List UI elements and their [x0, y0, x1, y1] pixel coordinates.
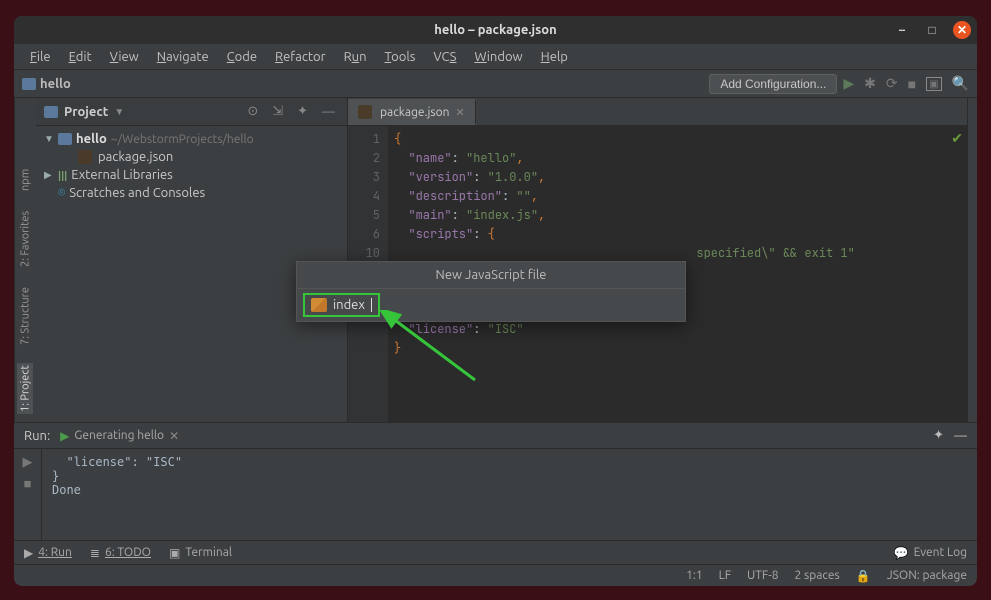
status-line-ending[interactable]: LF: [719, 569, 731, 582]
status-language[interactable]: JSON: package: [887, 569, 967, 582]
maximize-button[interactable]: □: [923, 21, 941, 39]
bottom-tab-todo[interactable]: ≣ 6: TODO: [90, 546, 151, 560]
tree-external-libraries[interactable]: ▶ ||| External Libraries: [36, 166, 347, 184]
menu-navigate[interactable]: Navigate: [149, 47, 217, 67]
javascript-file-icon: [311, 298, 327, 312]
add-configuration-button[interactable]: Add Configuration...: [709, 74, 837, 94]
stop-run-icon[interactable]: ■: [24, 476, 32, 491]
menubar: File Edit View Navigate Code Refactor Ru…: [14, 44, 977, 70]
window-title: hello – package.json: [434, 23, 556, 37]
statusbar: 1:1 LF UTF-8 2 spaces 🔒 JSON: package: [14, 564, 977, 586]
debug-icon[interactable]: ✱: [864, 75, 876, 92]
menu-view[interactable]: View: [102, 47, 147, 67]
run-panel-header: Run: ▶ Generating hello ✕ ✦ —: [14, 423, 977, 449]
tree-root[interactable]: ▼ hello ~/WebstormProjects/hello: [36, 130, 347, 148]
project-icon: [44, 106, 58, 118]
tree-file-label: package.json: [98, 150, 173, 164]
search-icon[interactable]: 🔍: [952, 75, 969, 92]
settings-icon[interactable]: ✦: [293, 104, 312, 119]
run-text[interactable]: "license": "ISC" } Done: [42, 449, 977, 540]
tool-tab-npm[interactable]: npm: [18, 167, 34, 193]
tree-label: External Libraries: [71, 168, 173, 182]
run-icon[interactable]: ▶: [843, 75, 854, 92]
tree-root-name: hello: [76, 132, 107, 146]
editor-tabs: package.json ✕: [348, 98, 967, 126]
breadcrumb-text: hello: [40, 77, 71, 91]
navbar: hello Add Configuration... ▶ ✱ ⟳ ■ ▣ 🔍: [14, 70, 977, 98]
expand-all-icon[interactable]: ⇲: [268, 104, 287, 119]
menu-code[interactable]: Code: [219, 47, 265, 67]
libraries-icon: |||: [58, 170, 67, 181]
folder-icon: [22, 78, 36, 90]
close-button[interactable]: ✕: [953, 21, 971, 39]
tree-scratches[interactable]: ⌾ Scratches and Consoles: [36, 184, 347, 202]
status-encoding[interactable]: UTF-8: [747, 569, 778, 582]
rerun-icon[interactable]: ▶: [23, 455, 33, 470]
left-tool-tabs: 1: Project 7: Structure 2: Favorites npm: [14, 98, 36, 422]
minimize-button[interactable]: –: [893, 21, 911, 39]
project-view-dropdown[interactable]: ▼: [114, 106, 124, 118]
expand-icon[interactable]: ▶: [44, 169, 54, 181]
status-indent[interactable]: 2 spaces: [794, 569, 839, 582]
layout-icon[interactable]: ▣: [926, 77, 941, 91]
run-label: Run:: [24, 429, 50, 443]
menu-run[interactable]: Run: [336, 47, 375, 67]
popup-title: New JavaScript file: [297, 262, 685, 289]
run-panel: Run: ▶ Generating hello ✕ ✦ — ▶ ■ "licen…: [14, 422, 977, 540]
run-gutter-icons: ▶ ■: [14, 449, 42, 540]
folder-icon: [58, 133, 72, 145]
json-file-icon: [358, 105, 372, 119]
project-panel-header: Project ▼ ⊙ ⇲ ✦ —: [36, 98, 347, 126]
menu-tools[interactable]: Tools: [377, 47, 424, 67]
main-area: 1: Project 7: Structure 2: Favorites npm…: [14, 98, 977, 422]
close-icon[interactable]: ✕: [169, 429, 179, 443]
tab-label: package.json: [380, 106, 449, 119]
tab-package-json[interactable]: package.json ✕: [348, 99, 476, 125]
menu-help[interactable]: Help: [533, 47, 576, 67]
run-config-name[interactable]: ▶ Generating hello ✕: [60, 429, 179, 443]
scratches-icon: ⌾: [58, 186, 65, 200]
filename-text: index: [333, 298, 365, 312]
bottom-tab-run[interactable]: ▶ 4: Run: [24, 546, 72, 560]
readonly-lock-icon[interactable]: 🔒: [856, 569, 871, 583]
breadcrumb[interactable]: hello: [22, 77, 71, 91]
hide-panel-icon[interactable]: —: [318, 105, 339, 119]
right-gutter: [967, 98, 977, 422]
menu-edit[interactable]: Edit: [61, 47, 100, 67]
stop-icon[interactable]: ■: [908, 76, 916, 92]
tool-tab-structure[interactable]: 7: Structure: [18, 285, 34, 347]
bottom-tab-terminal[interactable]: ▣ Terminal: [169, 546, 232, 560]
tool-tab-favorites[interactable]: 2: Favorites: [18, 209, 34, 269]
bottom-tab-eventlog[interactable]: 💬 Event Log: [894, 546, 967, 560]
bottom-tool-tabs: ▶ 4: Run ≣ 6: TODO ▣ Terminal 💬 Event Lo…: [14, 540, 977, 564]
play-icon: ▶: [60, 429, 69, 443]
new-file-popup: New JavaScript file index: [296, 261, 686, 322]
titlebar: hello – package.json – □ ✕: [14, 16, 977, 44]
project-panel: Project ▼ ⊙ ⇲ ✦ — ▼ hello ~/WebstormProj…: [36, 98, 348, 422]
tree-file-package-json[interactable]: package.json: [36, 148, 347, 166]
project-panel-title: Project: [64, 105, 108, 119]
tree-root-path: ~/WebstormProjects/hello: [111, 133, 254, 146]
run-settings-icon[interactable]: ✦: [933, 428, 944, 443]
menu-vcs[interactable]: VCS: [425, 47, 464, 67]
json-file-icon: [78, 150, 92, 164]
tool-tab-project[interactable]: 1: Project: [18, 363, 34, 414]
editor-area: package.json ✕ ✔ 1 2 3 4 5 6 10 11 12 { …: [348, 98, 967, 422]
menu-refactor[interactable]: Refactor: [267, 47, 334, 67]
project-tree: ▼ hello ~/WebstormProjects/hello package…: [36, 126, 347, 206]
close-tab-icon[interactable]: ✕: [455, 106, 464, 119]
status-caret-pos[interactable]: 1:1: [686, 569, 703, 582]
run-hide-icon[interactable]: —: [954, 429, 967, 443]
popup-body: index: [297, 289, 685, 321]
coverage-icon[interactable]: ⟳: [886, 75, 898, 92]
filename-input[interactable]: index: [303, 293, 380, 317]
run-output: ▶ ■ "license": "ISC" } Done: [14, 449, 977, 540]
expand-icon[interactable]: ▼: [44, 133, 54, 145]
menu-window[interactable]: Window: [466, 47, 530, 67]
tree-label: Scratches and Consoles: [69, 186, 205, 200]
menu-file[interactable]: File: [22, 47, 59, 67]
scroll-from-source-icon[interactable]: ⊙: [243, 104, 262, 119]
